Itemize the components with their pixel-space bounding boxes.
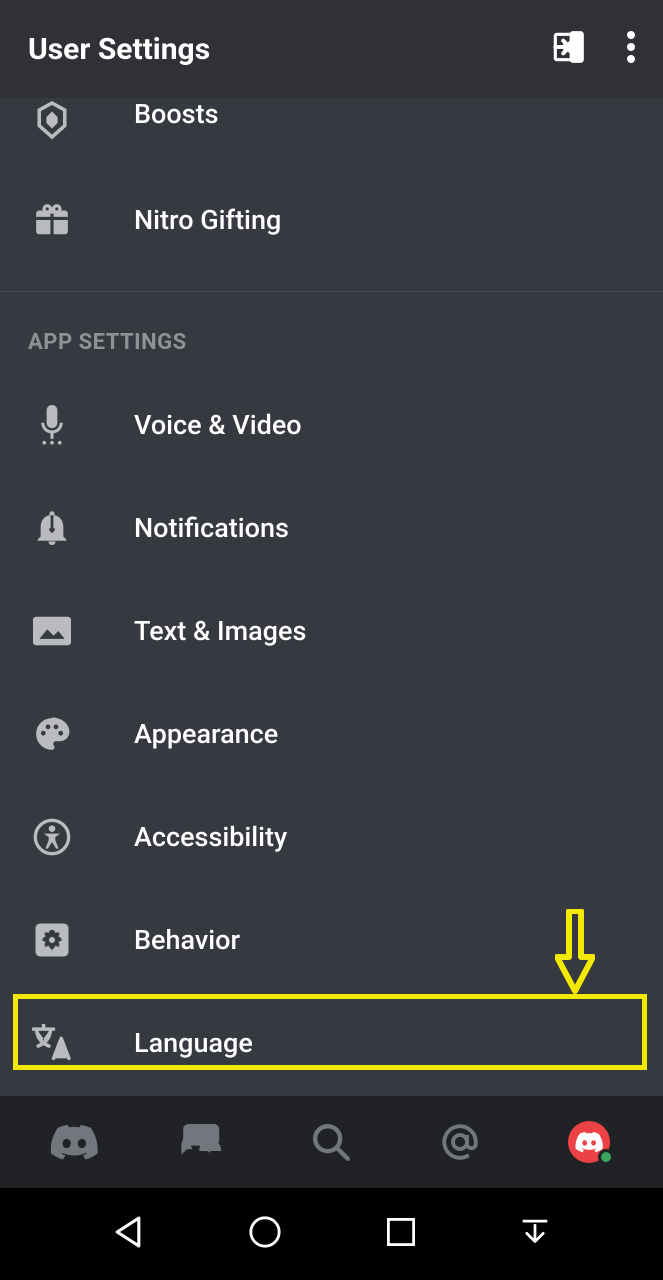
tab-home[interactable] [44, 1112, 104, 1172]
image-icon [32, 611, 72, 651]
section-header-app-settings: APP SETTINGS [0, 292, 663, 373]
settings-label: Voice & Video [134, 409, 302, 441]
tab-friends[interactable] [173, 1112, 233, 1172]
gift-icon [32, 200, 72, 240]
header-actions [549, 28, 635, 70]
settings-label: Appearance [134, 718, 278, 750]
settings-item-boosts[interactable]: Boosts [0, 98, 663, 168]
settings-label: Behavior [134, 924, 240, 956]
palette-icon [32, 714, 72, 754]
settings-label: Boosts [134, 98, 218, 130]
microphone-icon [32, 405, 72, 445]
system-nav-bar [0, 1188, 663, 1280]
settings-label: Accessibility [134, 821, 287, 853]
exit-icon[interactable] [549, 28, 587, 70]
settings-item-nitro-gifting[interactable]: Nitro Gifting [0, 168, 663, 271]
nav-recent[interactable] [387, 1218, 415, 1250]
settings-item-language[interactable]: Language [0, 991, 663, 1094]
nav-dropdown[interactable] [520, 1218, 550, 1250]
tab-search[interactable] [301, 1112, 361, 1172]
settings-label: Text & Images [134, 615, 306, 647]
settings-item-appearance[interactable]: Appearance [0, 682, 663, 785]
gear-box-icon [32, 920, 72, 960]
app-tab-bar [0, 1096, 663, 1188]
settings-content[interactable]: Boosts Nitro Gifting APP SETTINGS Voice … [0, 98, 663, 1096]
settings-item-notifications[interactable]: Notifications [0, 476, 663, 579]
settings-header: User Settings [0, 0, 663, 98]
settings-label: Language [134, 1027, 253, 1059]
boost-icon [32, 100, 72, 140]
page-title: User Settings [28, 32, 210, 67]
bell-icon [32, 508, 72, 548]
tab-mentions[interactable] [430, 1112, 490, 1172]
tab-profile[interactable] [559, 1112, 619, 1172]
accessibility-icon [32, 817, 72, 857]
status-online-icon [598, 1149, 614, 1165]
avatar [568, 1121, 610, 1163]
settings-item-accessibility[interactable]: Accessibility [0, 785, 663, 888]
nav-home[interactable] [248, 1215, 282, 1253]
more-icon[interactable] [627, 31, 635, 67]
settings-item-behavior[interactable]: Behavior [0, 888, 663, 991]
settings-item-text-images[interactable]: Text & Images [0, 579, 663, 682]
settings-label: Nitro Gifting [134, 204, 281, 236]
nav-back[interactable] [113, 1215, 143, 1253]
settings-item-voice-video[interactable]: Voice & Video [0, 373, 663, 476]
language-icon [32, 1023, 72, 1063]
settings-label: Notifications [134, 512, 289, 544]
